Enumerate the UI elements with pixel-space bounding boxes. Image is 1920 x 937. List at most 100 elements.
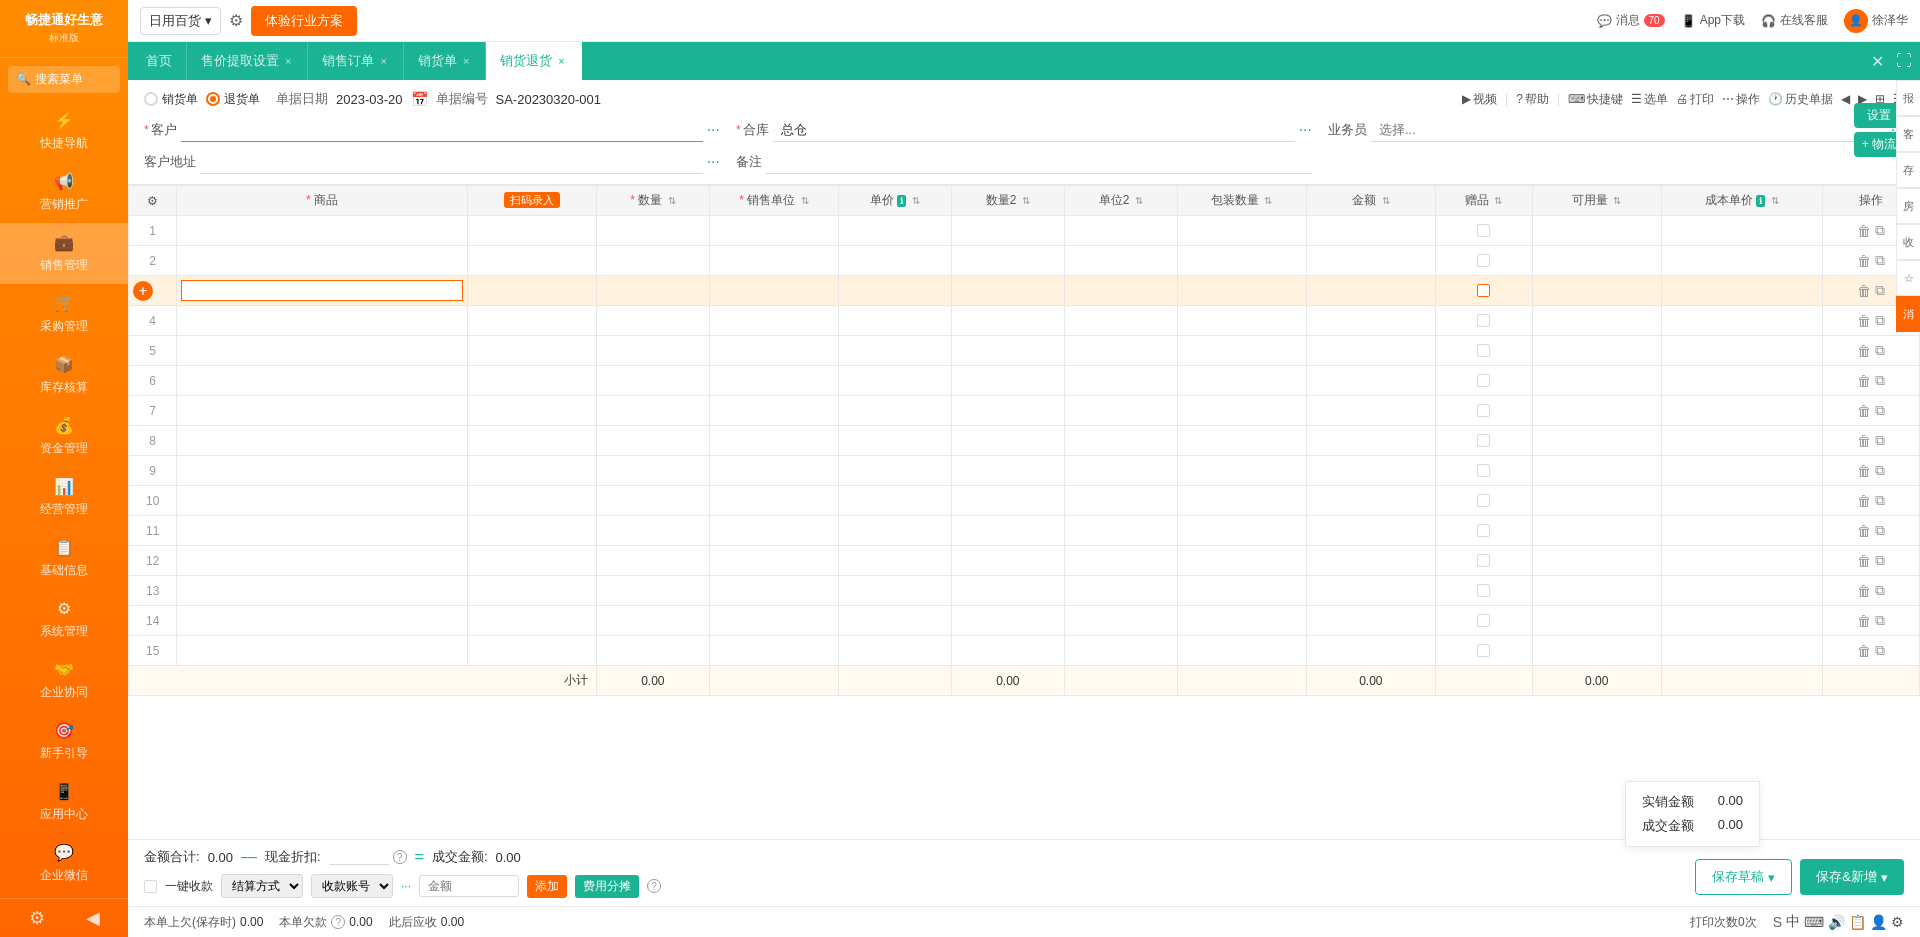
col-sale-unit[interactable]: * 销售单位 ⇅ [709,186,838,216]
gift-checkbox-14[interactable] [1477,614,1490,627]
gift-checkbox-4[interactable] [1477,314,1490,327]
unit-cell-1[interactable] [709,216,838,246]
calendar-icon[interactable]: 📅 [411,91,428,107]
account-select[interactable]: 收款账号 [311,874,393,898]
remark-input[interactable] [766,150,1312,174]
pack-cell-1[interactable] [1177,216,1306,246]
calc-method-select[interactable]: 结算方式 [221,874,303,898]
delete-icon-4[interactable]: 🗑 [1857,313,1871,329]
col-scan[interactable]: 扫码录入 [467,186,596,216]
settings-bottom-icon[interactable]: ⚙ [29,907,45,929]
help-action[interactable]: ? 帮助 [1516,91,1549,108]
copy-icon-15[interactable]: ⧉ [1875,642,1885,659]
user-profile[interactable]: 👤 徐泽华 [1844,9,1908,33]
product-input-3[interactable] [181,280,462,301]
sidebar-item-operations[interactable]: 📊 经营管理 [0,467,128,528]
qty-cell-1[interactable] [596,216,709,246]
gift-checkbox-12[interactable] [1477,554,1490,567]
col-settings[interactable]: ⚙ [129,186,177,216]
sidebar-item-wechat[interactable]: 💬 企业微信 [0,833,128,894]
discount-input[interactable] [329,849,389,865]
gift-checkbox-7[interactable] [1477,404,1490,417]
gift-checkbox-11[interactable] [1477,524,1490,537]
gift-cell-1[interactable] [1435,216,1532,246]
gift-checkbox-1[interactable] [1477,224,1490,237]
price-cell-1[interactable] [838,216,951,246]
search-menu-button[interactable]: 🔍 搜索菜单 [8,66,120,93]
tab-sales-return[interactable]: 销货退货 × [486,42,581,80]
save-new-button[interactable]: 保存&新增 ▾ [1800,859,1904,895]
sidebar-item-purchase[interactable]: 🛒 采购管理 [0,284,128,345]
right-panel-room-btn[interactable]: 房 [1896,188,1920,224]
cost-cell-2[interactable] [1661,246,1822,276]
delete-icon-7[interactable]: 🗑 [1857,403,1871,419]
price-cell-3[interactable] [838,276,951,306]
right-panel-star-btn[interactable]: ☆ [1896,260,1920,296]
copy-icon-11[interactable]: ⧉ [1875,522,1885,539]
sidebar-item-inventory[interactable]: 📦 库存核算 [0,345,128,406]
video-action[interactable]: ▶ 视频 [1462,91,1497,108]
fee-split-button[interactable]: 费用分摊 [575,875,639,898]
tab-home[interactable]: 首页 [132,42,187,80]
copy-icon-3[interactable]: ⧉ [1875,282,1885,299]
nav-prev-icon[interactable]: ◀ [1841,92,1850,106]
gift-checkbox-5[interactable] [1477,344,1490,357]
delete-icon-9[interactable]: 🗑 [1857,463,1871,479]
copy-icon-14[interactable]: ⧉ [1875,612,1885,629]
add-payment-button[interactable]: 添加 [527,875,567,898]
address-dots-icon[interactable]: ··· [703,153,720,171]
copy-icon-5[interactable]: ⧉ [1875,342,1885,359]
customer-dots-icon[interactable]: ··· [703,121,720,139]
account-dots[interactable]: ··· [401,879,411,893]
col-unit-price[interactable]: 单价 ℹ ⇅ [838,186,951,216]
qty-cell-2[interactable] [596,246,709,276]
col-quantity2[interactable]: 数量2 ⇅ [951,186,1064,216]
warehouse-input[interactable] [773,118,1295,142]
one-click-payment-checkbox[interactable] [144,880,157,893]
unit2-cell-1[interactable] [1064,216,1177,246]
pack-cell-3[interactable] [1177,276,1306,306]
qty-cell-3[interactable] [596,276,709,306]
select-action[interactable]: ☰ 选单 [1631,91,1668,108]
tab-close-price-settings[interactable]: × [283,55,293,67]
delete-icon-3[interactable]: 🗑 [1857,283,1871,299]
table-scroll[interactable]: ⚙ * 商品 扫码录入 * 数量 ⇅ * 销售单位 ⇅ 单价 ℹ ⇅ 数量2 ⇅… [128,185,1920,839]
unit-cell-3[interactable] [709,276,838,306]
gift-checkbox-10[interactable] [1477,494,1490,507]
tab-close-all-icon[interactable]: ✕ [1867,48,1888,75]
copy-icon-7[interactable]: ⧉ [1875,402,1885,419]
sidebar-item-quick-nav[interactable]: ⚡ 快捷导航 [0,101,128,162]
amount-cell-3[interactable] [1306,276,1435,306]
copy-icon-9[interactable]: ⧉ [1875,462,1885,479]
address-input[interactable] [200,150,703,174]
col-gift[interactable]: 赠品 ⇅ [1435,186,1532,216]
right-panel-customer-btn[interactable]: 客 [1896,116,1920,152]
copy-icon-10[interactable]: ⧉ [1875,492,1885,509]
delete-icon-13[interactable]: 🗑 [1857,583,1871,599]
right-panel-collect-btn[interactable]: 收 [1896,224,1920,260]
col-available[interactable]: 可用量 ⇅ [1532,186,1661,216]
app-download-button[interactable]: 📱 App下载 [1681,12,1745,29]
delete-icon-6[interactable]: 🗑 [1857,373,1871,389]
delete-icon-14[interactable]: 🗑 [1857,613,1871,629]
message-button[interactable]: 💬 消息 70 [1597,12,1665,29]
add-row-button[interactable]: + [133,281,153,301]
sidebar-item-sales[interactable]: 💼 销售管理 [0,223,128,284]
gift-checkbox-3[interactable] [1477,284,1490,297]
experience-button[interactable]: 体验行业方案 [251,6,357,36]
collapse-icon[interactable]: ◀ [86,907,100,929]
delete-icon-8[interactable]: 🗑 [1857,433,1871,449]
delete-icon-2[interactable]: 🗑 [1857,253,1871,269]
warehouse-dots-icon[interactable]: ··· [1295,121,1312,139]
unit-cell-2[interactable] [709,246,838,276]
customer-input[interactable] [181,118,703,142]
qty2-cell-3[interactable] [951,276,1064,306]
cost-cell-1[interactable] [1661,216,1822,246]
copy-icon-8[interactable]: ⧉ [1875,432,1885,449]
sidebar-item-marketing[interactable]: 📢 营销推广 [0,162,128,223]
operate-action[interactable]: ⋯ 操作 [1722,91,1760,108]
scan-btn[interactable]: 扫码录入 [504,192,560,208]
avail-cell-2[interactable] [1532,246,1661,276]
sidebar-item-basic-info[interactable]: 📋 基础信息 [0,528,128,589]
col-unit2[interactable]: 单位2 ⇅ [1064,186,1177,216]
